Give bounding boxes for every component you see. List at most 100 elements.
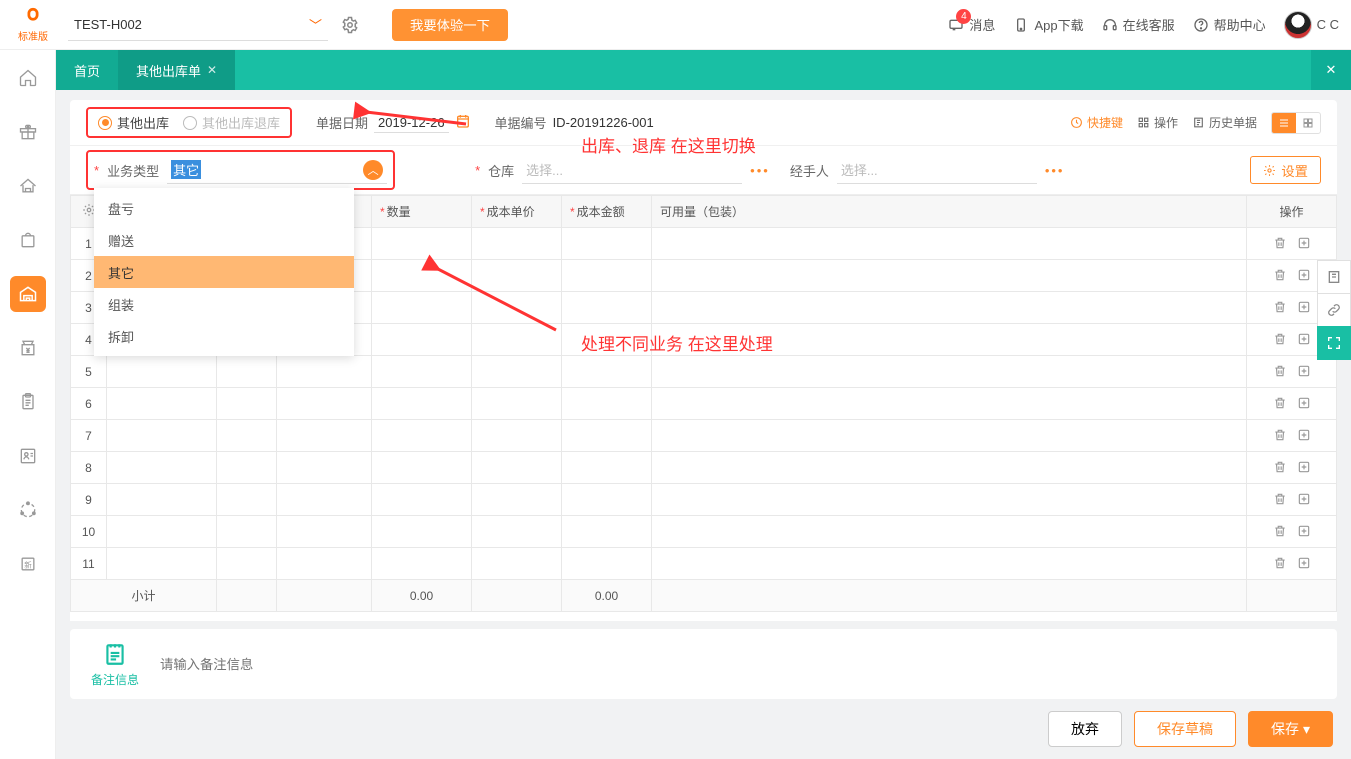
row-add-icon[interactable]: [1295, 234, 1313, 252]
row-add-icon[interactable]: [1295, 426, 1313, 444]
floating-toolbar: [1317, 260, 1351, 359]
save-draft-button[interactable]: 保存草稿: [1134, 711, 1236, 747]
float-note[interactable]: [1317, 260, 1351, 294]
view-list[interactable]: [1272, 113, 1296, 133]
row-delete-icon[interactable]: [1271, 426, 1289, 444]
rail-new[interactable]: 新: [10, 546, 46, 582]
row-add-icon[interactable]: [1295, 522, 1313, 540]
row-delete-icon[interactable]: [1271, 554, 1289, 572]
header-actions: 快捷键 操作 历史单据: [1070, 112, 1321, 134]
float-link[interactable]: [1317, 293, 1351, 327]
chevron-up-icon: ︿: [363, 160, 383, 180]
table-row[interactable]: 7: [71, 420, 1337, 452]
settings-button[interactable]: 设置: [1250, 156, 1321, 184]
row-add-icon[interactable]: [1295, 490, 1313, 508]
table-row[interactable]: 8: [71, 452, 1337, 484]
rail-bag[interactable]: [10, 222, 46, 258]
try-experience-button[interactable]: 我要体验一下: [392, 9, 508, 41]
option-zuzhuang[interactable]: 组装: [94, 288, 354, 320]
business-type-select[interactable]: 其它 ︿: [167, 156, 387, 184]
table-row[interactable]: 6: [71, 388, 1337, 420]
out-type-radio-group: 其他出库 其他出库退库: [86, 107, 292, 138]
remark-input[interactable]: [160, 649, 1317, 679]
table-row[interactable]: 10: [71, 516, 1337, 548]
option-qita[interactable]: 其它: [94, 256, 354, 288]
rail-money[interactable]: [10, 330, 46, 366]
settings-icon[interactable]: [338, 13, 362, 37]
date-value[interactable]: 2019-12-26: [374, 113, 449, 133]
footer-actions: 放弃 保存草稿 保存▾: [70, 699, 1337, 759]
row-delete-icon[interactable]: [1271, 458, 1289, 476]
row-add-icon[interactable]: [1295, 458, 1313, 476]
option-chaixie[interactable]: 拆卸: [94, 320, 354, 352]
radio-other-out[interactable]: 其他出库: [98, 113, 169, 132]
discard-button[interactable]: 放弃: [1048, 711, 1122, 747]
col-qty: *数量: [372, 196, 472, 228]
row-delete-icon[interactable]: [1271, 490, 1289, 508]
rail-home[interactable]: [10, 60, 46, 96]
save-button[interactable]: 保存▾: [1248, 711, 1333, 747]
rail-contact[interactable]: [10, 438, 46, 474]
rail-gift[interactable]: [10, 114, 46, 150]
table-row[interactable]: 5: [71, 356, 1337, 388]
handler-select[interactable]: 选择...: [837, 156, 1037, 184]
avatar: [1284, 11, 1312, 39]
view-card[interactable]: [1296, 113, 1320, 133]
user-menu[interactable]: C C: [1284, 11, 1339, 39]
tabs-close-all[interactable]: ✕: [1311, 50, 1351, 90]
headset-icon: [1102, 17, 1118, 33]
rail-clipboard[interactable]: [10, 384, 46, 420]
row-add-icon[interactable]: [1295, 394, 1313, 412]
calendar-icon[interactable]: [455, 113, 471, 132]
shortcut-link[interactable]: 快捷键: [1070, 114, 1123, 131]
business-type-dropdown: 盘亏 赠送 其它 组装 拆卸: [94, 188, 354, 356]
svg-text:新: 新: [24, 559, 32, 569]
org-selector[interactable]: TEST-H002 ﹀: [68, 9, 328, 41]
row-add-icon[interactable]: [1295, 298, 1313, 316]
remark-section: 备注信息: [70, 629, 1337, 699]
handler-more-icon[interactable]: •••: [1045, 163, 1065, 178]
tab-other-out[interactable]: 其他出库单 ✕: [118, 50, 235, 90]
rail-cycle[interactable]: [10, 492, 46, 528]
operate-link[interactable]: 操作: [1137, 114, 1178, 131]
handler-group: 经手人 选择... •••: [790, 156, 1065, 184]
row-delete-icon[interactable]: [1271, 234, 1289, 252]
chevron-down-icon: ▾: [1303, 721, 1310, 738]
table-row[interactable]: 11: [71, 548, 1337, 580]
row-add-icon[interactable]: [1295, 362, 1313, 380]
tab-home[interactable]: 首页: [56, 50, 118, 90]
row-add-icon[interactable]: [1295, 330, 1313, 348]
remark-icon: 备注信息: [90, 641, 140, 688]
online-service-link[interactable]: 在线客服: [1102, 15, 1175, 34]
rail-warehouse[interactable]: [10, 276, 46, 312]
top-right-actions: 消息 4 App下载 在线客服 帮助中心 C C: [948, 11, 1339, 39]
row-delete-icon[interactable]: [1271, 266, 1289, 284]
radio-dot-icon: [98, 116, 112, 130]
history-link[interactable]: 历史单据: [1192, 114, 1257, 131]
row-delete-icon[interactable]: [1271, 522, 1289, 540]
float-expand[interactable]: [1317, 326, 1351, 360]
option-zengsong[interactable]: 赠送: [94, 224, 354, 256]
col-price: *成本单价: [472, 196, 562, 228]
messages-link[interactable]: 消息 4: [948, 15, 995, 34]
table-row[interactable]: 9: [71, 484, 1337, 516]
phone-icon: [1013, 17, 1029, 33]
help-icon: [1193, 17, 1209, 33]
row-delete-icon[interactable]: [1271, 394, 1289, 412]
row-add-icon[interactable]: [1295, 554, 1313, 572]
warehouse-more-icon[interactable]: •••: [750, 163, 770, 178]
close-icon[interactable]: ✕: [207, 63, 217, 77]
rail-cloud-home[interactable]: [10, 168, 46, 204]
app-download-link[interactable]: App下载: [1013, 15, 1083, 34]
row-delete-icon[interactable]: [1271, 330, 1289, 348]
help-center-link[interactable]: 帮助中心: [1193, 15, 1266, 34]
row-delete-icon[interactable]: [1271, 298, 1289, 316]
col-operate: 操作: [1247, 196, 1337, 228]
row-delete-icon[interactable]: [1271, 362, 1289, 380]
radio-other-out-return[interactable]: 其他出库退库: [183, 113, 280, 132]
row-add-icon[interactable]: [1295, 266, 1313, 284]
doc-code: 单据编号 ID-20191226-001: [495, 113, 654, 132]
option-pankui[interactable]: 盘亏: [94, 192, 354, 224]
warehouse-select[interactable]: 选择...: [522, 156, 742, 184]
chevron-down-icon: ﹀: [309, 15, 322, 34]
